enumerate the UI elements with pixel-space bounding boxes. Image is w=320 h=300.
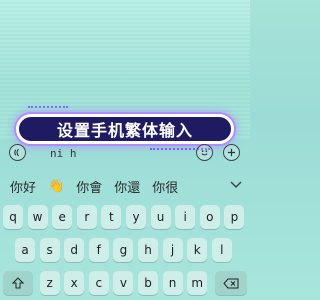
candidate-item[interactable]: 👋 <box>42 179 70 194</box>
key-e[interactable]: e <box>52 205 73 229</box>
key-a[interactable]: a <box>15 238 35 262</box>
key-w[interactable]: w <box>27 205 48 229</box>
key-c[interactable]: c <box>88 271 109 295</box>
pinyin-composition: ni h <box>50 147 77 160</box>
title-text: 设置手机繁体输入 <box>56 121 193 140</box>
key-h[interactable]: h <box>138 238 158 262</box>
key-g[interactable]: g <box>113 238 134 262</box>
key-l[interactable]: l <box>211 238 232 262</box>
chevron-down-icon[interactable] <box>230 178 242 193</box>
keyboard: q w e r t y u i o p a s d f g h j k l z … <box>0 200 250 300</box>
candidate-item[interactable]: 你好 <box>0 177 42 196</box>
key-row-2: a s d f g h j k l <box>0 238 250 262</box>
candidate-item[interactable]: 你還 <box>108 177 146 196</box>
key-d[interactable]: d <box>64 238 85 262</box>
key-p[interactable]: p <box>224 205 245 229</box>
key-b[interactable]: b <box>138 271 158 295</box>
key-row-1: q w e r t y u i o p <box>0 205 250 229</box>
key-y[interactable]: y <box>126 205 146 229</box>
key-x[interactable]: x <box>64 271 85 295</box>
key-n[interactable]: n <box>162 271 183 295</box>
key-f[interactable]: f <box>88 238 109 262</box>
voice-waves-icon[interactable] <box>9 144 26 161</box>
plus-icon[interactable] <box>223 144 240 161</box>
key-v[interactable]: v <box>113 271 134 295</box>
key-r[interactable]: r <box>76 205 97 229</box>
key-o[interactable]: o <box>199 205 220 229</box>
key-u[interactable]: u <box>150 205 171 229</box>
decorative-dotted-line-top <box>28 106 68 108</box>
backspace-icon[interactable] <box>215 271 247 295</box>
smiley-icon[interactable] <box>196 144 213 161</box>
key-i[interactable]: i <box>175 205 196 229</box>
shift-arrow-icon[interactable] <box>3 271 33 295</box>
key-k[interactable]: k <box>187 238 208 262</box>
key-z[interactable]: z <box>39 271 60 295</box>
candidate-bar: 你好 👋 你會 你還 你很 <box>0 172 250 200</box>
key-t[interactable]: t <box>101 205 122 229</box>
candidate-item[interactable]: 你會 <box>70 177 108 196</box>
candidate-item[interactable]: 你很 <box>146 177 184 196</box>
key-q[interactable]: q <box>3 205 23 229</box>
key-row-3: z x c v b n m <box>0 271 250 295</box>
key-j[interactable]: j <box>162 238 183 262</box>
key-m[interactable]: m <box>187 271 208 295</box>
key-s[interactable]: s <box>39 238 60 262</box>
